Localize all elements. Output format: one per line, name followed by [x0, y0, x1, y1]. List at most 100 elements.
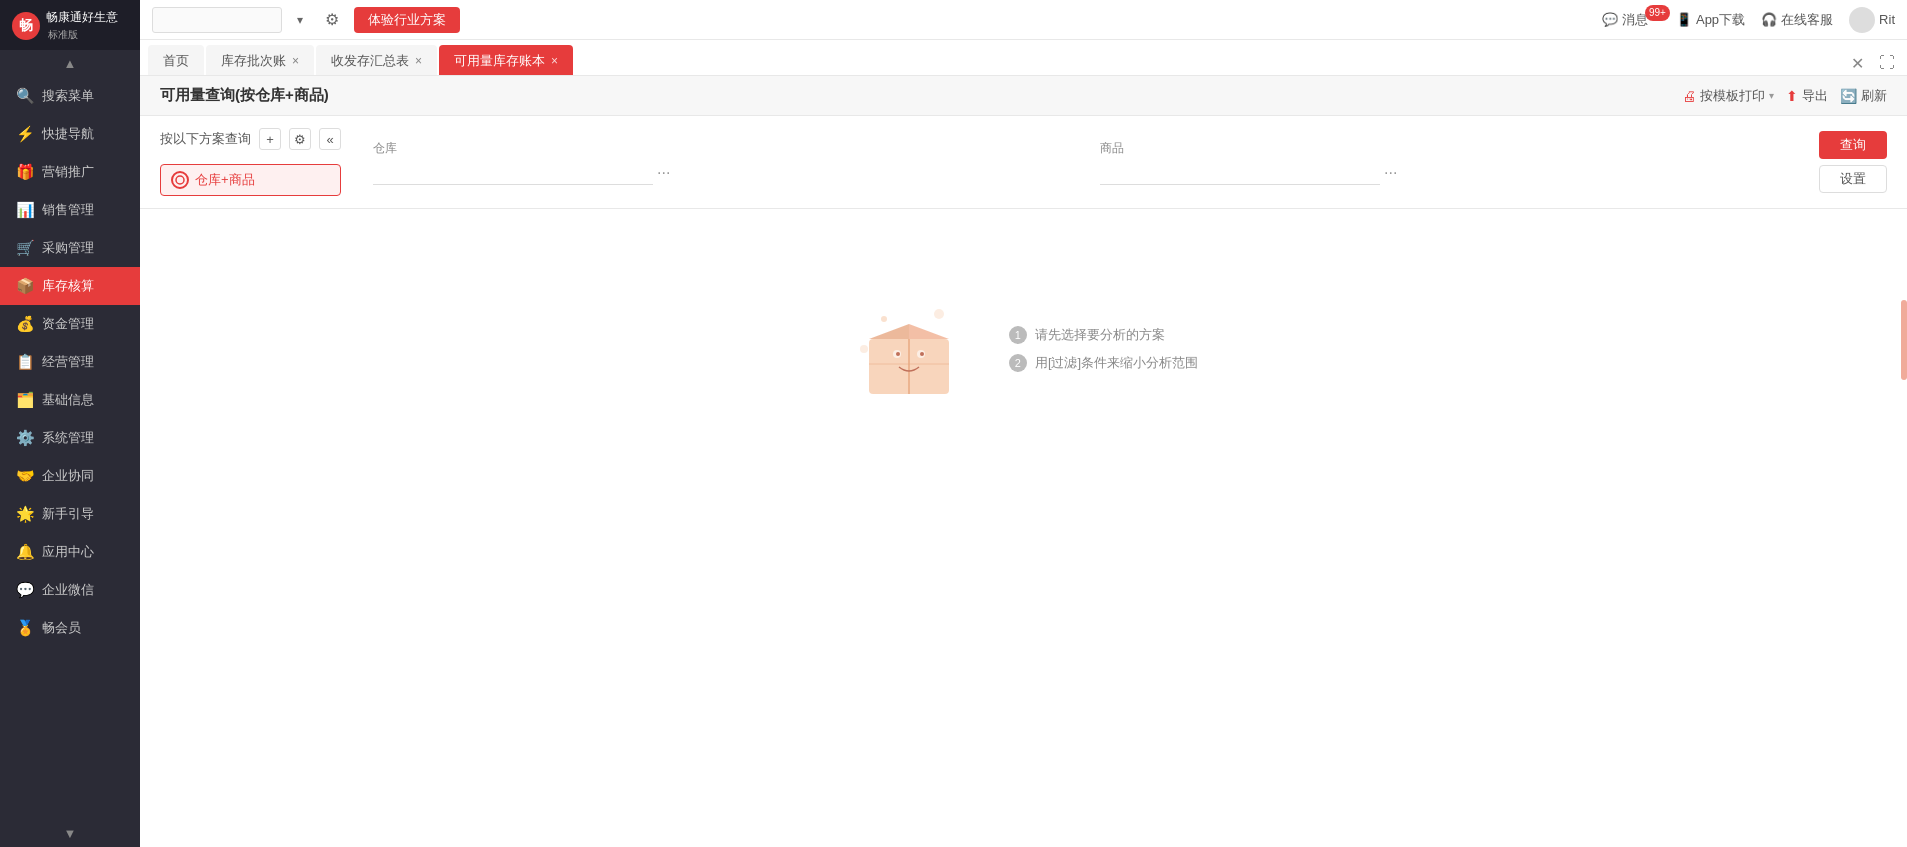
app-download-label: App下载: [1696, 11, 1745, 29]
sidebar-item-label: 营销推广: [42, 163, 94, 181]
main-area: ▾ ⚙ 体验行业方案 💬 消息 99+ 📱 App下载 🎧 在线客服 Rit: [140, 0, 1907, 847]
topbar-app-download[interactable]: 📱 App下载: [1676, 11, 1745, 29]
svg-point-12: [860, 345, 868, 353]
sidebar-item-search[interactable]: 🔍 搜索菜单: [0, 77, 140, 115]
folder-icon: 🗂️: [16, 391, 34, 409]
export-icon: ⬆: [1786, 88, 1798, 104]
svg-point-9: [920, 352, 924, 356]
product-input[interactable]: [1100, 161, 1380, 185]
warehouse-input[interactable]: [373, 161, 653, 185]
svg-point-8: [896, 352, 900, 356]
sidebar-nav: 🔍 搜索菜单 ⚡ 快捷导航 🎁 营销推广 📊 销售管理 🛒 采购管理 📦 库存核…: [0, 77, 140, 820]
message-icon: 💬: [1602, 12, 1618, 27]
bell-icon: 🔔: [16, 543, 34, 561]
app-name: 畅康通好生意: [46, 10, 118, 26]
topbar-dropdown-btn[interactable]: ▾: [288, 8, 312, 32]
print-button[interactable]: 🖨 按模板打印 ▾: [1682, 87, 1774, 105]
print-icon: 🖨: [1682, 88, 1696, 104]
sidebar: 畅 畅康通好生意 标准版 ▲ 🔍 搜索菜单 ⚡ 快捷导航 🎁 营销推广 📊 销售…: [0, 0, 140, 847]
sidebar-item-label: 采购管理: [42, 239, 94, 257]
tip-text-1: 请先选择要分析的方案: [1035, 326, 1165, 344]
sidebar-item-label: 搜索菜单: [42, 87, 94, 105]
sidebar-item-label: 系统管理: [42, 429, 94, 447]
empty-state: 1 请先选择要分析的方案 2 用[过滤]条件来缩小分析范围: [140, 209, 1907, 489]
handshake-icon: 🤝: [16, 467, 34, 485]
tab-label: 首页: [163, 52, 189, 70]
shortcut-icon: ⚡: [16, 125, 34, 143]
filter-area: 按以下方案查询 + ⚙ « 仓库+商品 仓库: [140, 116, 1907, 209]
user-name: Rit: [1879, 12, 1895, 27]
right-scrollbar[interactable]: [1901, 300, 1907, 380]
query-button[interactable]: 查询: [1819, 131, 1887, 159]
medal-icon: 🏅: [16, 619, 34, 637]
box-icon: 📦: [16, 277, 34, 295]
empty-tip-1: 1 请先选择要分析的方案: [1009, 326, 1198, 344]
sidebar-item-purchase[interactable]: 🛒 采购管理: [0, 229, 140, 267]
sidebar-item-wechat[interactable]: 💬 企业微信: [0, 571, 140, 609]
app-logo: 畅: [12, 12, 40, 40]
topbar-messages[interactable]: 💬 消息 99+: [1602, 11, 1660, 29]
tab-available[interactable]: 可用量库存账本 ×: [439, 45, 573, 75]
page-title: 可用量查询(按仓库+商品): [160, 86, 329, 105]
sidebar-item-newbie[interactable]: 🌟 新手引导: [0, 495, 140, 533]
tab-close-window-btn[interactable]: ✕: [1845, 51, 1869, 75]
refresh-icon: 🔄: [1840, 88, 1857, 104]
tab-expand-btn[interactable]: ⛶: [1875, 51, 1899, 75]
topbar-gear-btn[interactable]: ⚙: [318, 6, 346, 34]
sidebar-item-label: 企业微信: [42, 581, 94, 599]
tab-label: 可用量库存账本: [454, 52, 545, 70]
tab-batch[interactable]: 库存批次账 ×: [206, 45, 314, 75]
topbar-right: 💬 消息 99+ 📱 App下载 🎧 在线客服 Rit: [1602, 7, 1895, 33]
sidebar-item-basic[interactable]: 🗂️ 基础信息: [0, 381, 140, 419]
sidebar-item-label: 企业协同: [42, 467, 94, 485]
sidebar-item-marketing[interactable]: 🎁 营销推广: [0, 153, 140, 191]
sidebar-item-operation[interactable]: 📋 经营管理: [0, 343, 140, 381]
tab-summary[interactable]: 收发存汇总表 ×: [316, 45, 437, 75]
sidebar-item-finance[interactable]: 💰 资金管理: [0, 305, 140, 343]
sidebar-item-enterprise[interactable]: 🤝 企业协同: [0, 457, 140, 495]
trial-button[interactable]: 体验行业方案: [354, 7, 460, 33]
sidebar-scroll-down[interactable]: ▼: [0, 820, 140, 847]
tab-close-batch[interactable]: ×: [292, 55, 299, 67]
sidebar-scroll-up[interactable]: ▲: [0, 50, 140, 77]
gift-icon: 🎁: [16, 163, 34, 181]
filter-actions: 查询 设置: [1819, 131, 1887, 193]
empty-tip-2: 2 用[过滤]条件来缩小分析范围: [1009, 354, 1198, 372]
add-scheme-btn[interactable]: +: [259, 128, 281, 150]
filter-fields: 仓库 ··· 商品 ···: [373, 140, 1807, 185]
sidebar-item-label: 新手引导: [42, 505, 94, 523]
tab-close-summary[interactable]: ×: [415, 55, 422, 67]
sidebar-item-shortcut[interactable]: ⚡ 快捷导航: [0, 115, 140, 153]
sidebar-item-system[interactable]: ⚙️ 系统管理: [0, 419, 140, 457]
tab-close-available[interactable]: ×: [551, 55, 558, 67]
svg-marker-3: [909, 324, 949, 339]
svg-marker-2: [869, 324, 909, 339]
export-button[interactable]: ⬆ 导出: [1786, 87, 1828, 105]
sidebar-item-inventory[interactable]: 📦 库存核算: [0, 267, 140, 305]
collapse-scheme-btn[interactable]: «: [319, 128, 341, 150]
dropdown-arrow-icon: ▾: [1769, 90, 1774, 101]
export-label: 导出: [1802, 87, 1828, 105]
product-field-group: 商品 ···: [1100, 140, 1807, 185]
filter-title: 按以下方案查询: [160, 130, 251, 148]
page-header-actions: 🖨 按模板打印 ▾ ⬆ 导出 🔄 刷新: [1682, 87, 1887, 105]
tab-home[interactable]: 首页: [148, 45, 204, 75]
product-more-btn[interactable]: ···: [1384, 164, 1397, 182]
scheme-item-warehouse-product[interactable]: 仓库+商品: [160, 164, 341, 196]
sidebar-item-member[interactable]: 🏅 畅会员: [0, 609, 140, 647]
avatar: [1849, 7, 1875, 33]
topbar-search-input[interactable]: [152, 7, 282, 33]
scheme-settings-btn[interactable]: ⚙: [289, 128, 311, 150]
warehouse-more-btn[interactable]: ···: [657, 164, 670, 182]
topbar-user[interactable]: Rit: [1849, 7, 1895, 33]
sidebar-item-sales[interactable]: 📊 销售管理: [0, 191, 140, 229]
chart-icon: 📊: [16, 201, 34, 219]
message-badge: 99+: [1645, 5, 1670, 21]
gear-icon: ⚙️: [16, 429, 34, 447]
sidebar-item-appstore[interactable]: 🔔 应用中心: [0, 533, 140, 571]
refresh-button[interactable]: 🔄 刷新: [1840, 87, 1887, 105]
svg-point-11: [934, 309, 944, 319]
settings-button[interactable]: 设置: [1819, 165, 1887, 193]
empty-state-content: 1 请先选择要分析的方案 2 用[过滤]条件来缩小分析范围: [849, 289, 1198, 409]
topbar-service[interactable]: 🎧 在线客服: [1761, 11, 1833, 29]
